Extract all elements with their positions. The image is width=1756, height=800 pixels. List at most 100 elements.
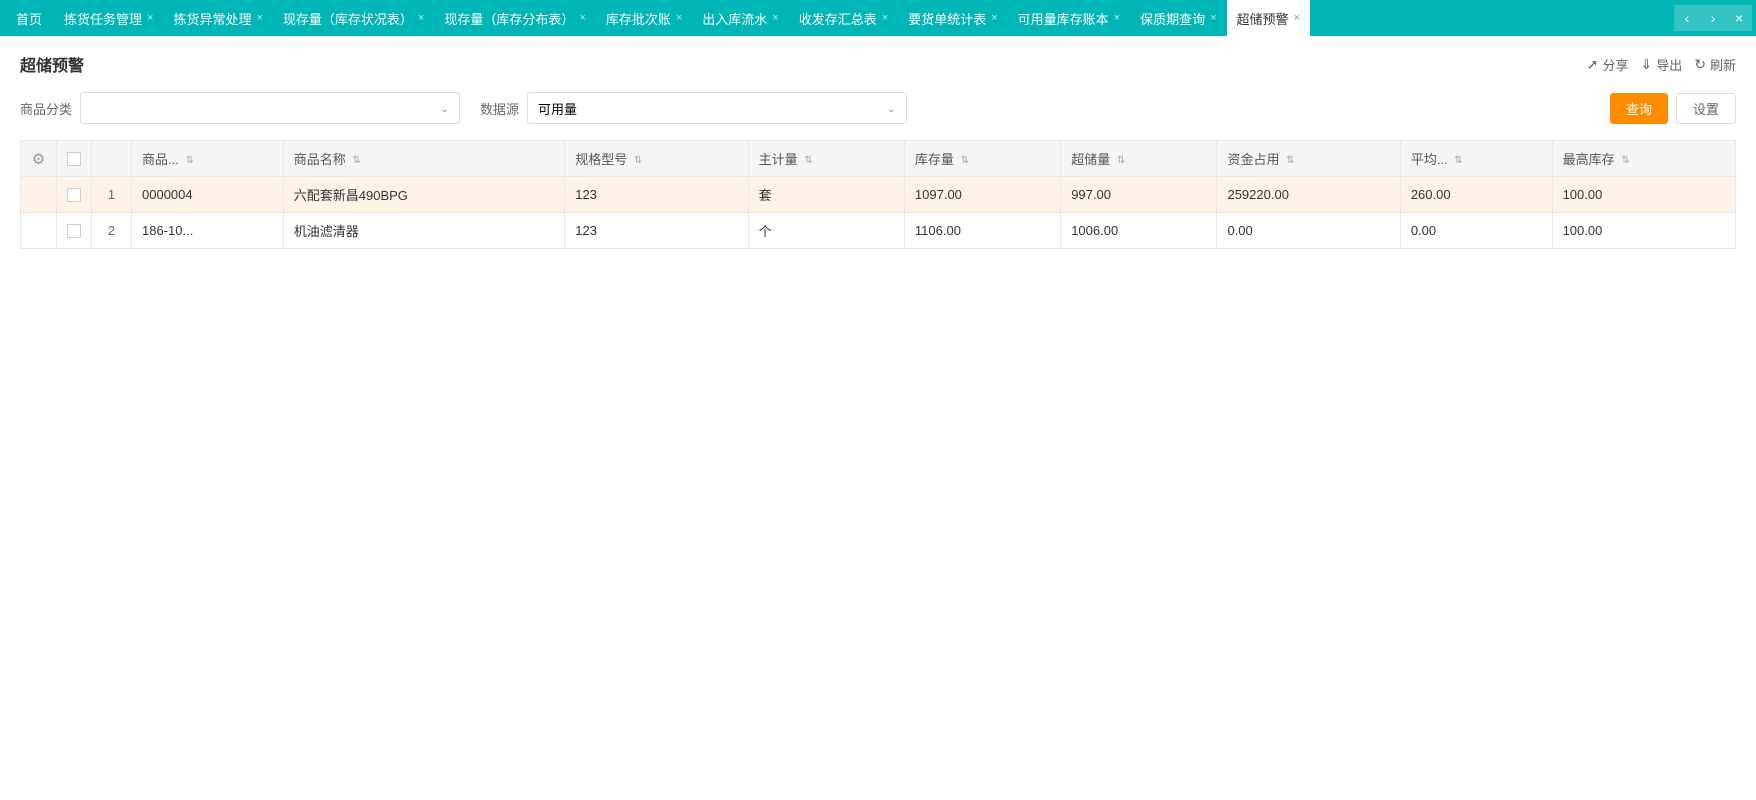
sort-icon-spec: ⇅ <box>634 155 642 166</box>
nav-tab-tab-shoufan[interactable]: 收发存汇总表 × <box>789 0 898 36</box>
col-header-check <box>57 141 92 177</box>
close-icon[interactable]: × <box>882 12 888 24</box>
close-icon[interactable]: × <box>418 12 424 24</box>
row-over-cell: 1006.00 <box>1061 213 1217 249</box>
refresh-button[interactable]: ↻ 刷新 <box>1694 55 1736 74</box>
row-unit-cell: 套 <box>748 177 904 213</box>
export-button[interactable]: ⇓ 导出 <box>1641 55 1683 74</box>
nav-tab-label: 要货单统计表 <box>908 9 986 28</box>
col-header-name[interactable]: 商品名称 ⇅ <box>283 141 565 177</box>
row-capital-cell: 0.00 <box>1217 213 1400 249</box>
col-header-gear: ⚙ <box>21 141 57 177</box>
close-icon[interactable]: × <box>579 12 585 24</box>
settings-icon[interactable]: ⚙ <box>32 151 45 168</box>
row-check-cell <box>57 213 92 249</box>
col-unit-label: 主计量 <box>759 152 798 167</box>
nav-tab-tab-chaohuo[interactable]: 拣货任务管理 × <box>54 0 163 36</box>
nav-tab-tab-yaohuo[interactable]: 要货单统计表 × <box>898 0 1007 36</box>
datasource-label: 数据源 <box>480 99 519 118</box>
nav-home[interactable]: 首页 <box>4 9 54 28</box>
nav-tab-label: 收发存汇总表 <box>799 9 877 28</box>
row-name-cell: 六配套新昌490BPG <box>283 177 565 213</box>
col-header-stock[interactable]: 库存量 ⇅ <box>904 141 1060 177</box>
close-icon[interactable]: × <box>1114 12 1120 24</box>
nav-tab-label: 库存批次账 <box>606 9 671 28</box>
filter-bar: 商品分类 ⌄ 数据源 可用量 ⌄ 查询 设置 <box>20 92 1736 124</box>
close-icon[interactable]: × <box>772 12 778 24</box>
row-checkbox[interactable] <box>67 224 81 238</box>
chevron-down-icon-2: ⌄ <box>887 102 896 115</box>
col-header-maxstock[interactable]: 最高库存 ⇅ <box>1552 141 1735 177</box>
refresh-label: 刷新 <box>1710 55 1736 74</box>
col-spec-label: 规格型号 <box>575 152 627 167</box>
nav-tab-tab-keyong[interactable]: 可用量库存账本 × <box>1008 0 1130 36</box>
nav-tab-tab-baozhi[interactable]: 保质期查询× <box>1130 0 1226 36</box>
nav-tab-tab-chuku[interactable]: 出入库流水 × <box>692 0 788 36</box>
nav-tab-tab-chaochu[interactable]: 超储预警 × <box>1227 0 1310 36</box>
row-num-cell: 2 <box>92 213 132 249</box>
nav-tab-tab-yichang[interactable]: 拣货异常处理× <box>163 0 272 36</box>
chevron-down-icon: ⌄ <box>440 102 449 115</box>
top-nav: 首页 拣货任务管理×拣货异常处理×现存量（库存状况表）×现存量（库存分布表）×库… <box>0 0 1756 36</box>
col-capital-label: 资金占用 <box>1227 152 1279 167</box>
col-header-capital[interactable]: 资金占用 ⇅ <box>1217 141 1400 177</box>
share-icon: ➚ <box>1587 56 1599 73</box>
row-avg-cell: 0.00 <box>1400 213 1552 249</box>
query-button[interactable]: 查询 <box>1610 93 1668 124</box>
col-header-unit[interactable]: 主计量 ⇅ <box>748 141 904 177</box>
close-icon[interactable]: × <box>256 12 262 24</box>
nav-tab-label: 超储预警 <box>1237 9 1289 28</box>
page-title: 超储预警 <box>20 52 84 76</box>
close-icon[interactable]: × <box>676 12 682 24</box>
row-checkbox[interactable] <box>67 188 81 202</box>
nav-tab-tab-xianzun1[interactable]: 现存量（库存状况表）× <box>273 0 434 36</box>
col-maxstock-label: 最高库存 <box>1563 152 1615 167</box>
close-icon[interactable]: × <box>1210 12 1216 24</box>
row-unit-cell: 个 <box>748 213 904 249</box>
share-button[interactable]: ➚ 分享 <box>1587 55 1629 74</box>
table-row: 2 186-10... 机油滤清器 123 个 1106.00 1006.00 … <box>21 213 1736 249</box>
col-stock-label: 库存量 <box>915 152 954 167</box>
datasource-filter: 数据源 可用量 ⌄ <box>480 92 907 124</box>
row-maxstock-cell: 100.00 <box>1552 213 1735 249</box>
nav-arrow-right[interactable]: › <box>1700 5 1726 31</box>
table-header-row: ⚙ 商品... ⇅ 商品名称 ⇅ 规格型号 ⇅ <box>21 141 1736 177</box>
row-stock-cell: 1097.00 <box>904 177 1060 213</box>
category-label: 商品分类 <box>20 99 72 118</box>
sort-icon-code: ⇅ <box>185 155 193 166</box>
sort-icon-capital: ⇅ <box>1286 155 1294 166</box>
nav-arrow-left[interactable]: ‹ <box>1674 5 1700 31</box>
row-check-cell <box>57 177 92 213</box>
table-header: ⚙ 商品... ⇅ 商品名称 ⇅ 规格型号 ⇅ <box>21 141 1736 177</box>
category-filter: 商品分类 ⌄ <box>20 92 460 124</box>
col-over-label: 超储量 <box>1071 152 1110 167</box>
nav-arrow-close[interactable]: × <box>1726 5 1752 31</box>
col-header-num <box>92 141 132 177</box>
close-icon[interactable]: × <box>147 12 153 24</box>
nav-tab-label: 可用量库存账本 <box>1018 9 1109 28</box>
close-icon[interactable]: × <box>991 12 997 24</box>
datasource-select[interactable]: 可用量 ⌄ <box>527 92 907 124</box>
col-code-label: 商品... <box>142 152 179 167</box>
row-code-cell: 0000004 <box>132 177 284 213</box>
nav-tab-tab-xianzun2[interactable]: 现存量（库存分布表）× <box>434 0 595 36</box>
data-table: ⚙ 商品... ⇅ 商品名称 ⇅ 规格型号 ⇅ <box>20 140 1736 249</box>
col-avg-label: 平均... <box>1411 152 1448 167</box>
page-header: 超储预警 ➚ 分享 ⇓ 导出 ↻ 刷新 <box>20 52 1736 76</box>
export-label: 导出 <box>1656 55 1682 74</box>
col-header-over[interactable]: 超储量 ⇅ <box>1061 141 1217 177</box>
col-header-avg[interactable]: 平均... ⇅ <box>1400 141 1552 177</box>
col-header-code[interactable]: 商品... ⇅ <box>132 141 284 177</box>
nav-tab-tab-pici[interactable]: 库存批次账 × <box>596 0 692 36</box>
col-header-spec[interactable]: 规格型号 ⇅ <box>565 141 748 177</box>
nav-tab-label: 出入库流水 <box>702 9 767 28</box>
row-gear-cell <box>21 213 57 249</box>
row-name-cell: 机油滤清器 <box>283 213 565 249</box>
nav-tab-label: 拣货任务管理 <box>64 9 142 28</box>
select-all-checkbox[interactable] <box>67 152 81 166</box>
sort-icon-avg: ⇅ <box>1454 155 1462 166</box>
close-icon[interactable]: × <box>1294 12 1300 24</box>
category-select[interactable]: ⌄ <box>80 92 460 124</box>
row-avg-cell: 260.00 <box>1400 177 1552 213</box>
settings-button[interactable]: 设置 <box>1676 93 1736 124</box>
